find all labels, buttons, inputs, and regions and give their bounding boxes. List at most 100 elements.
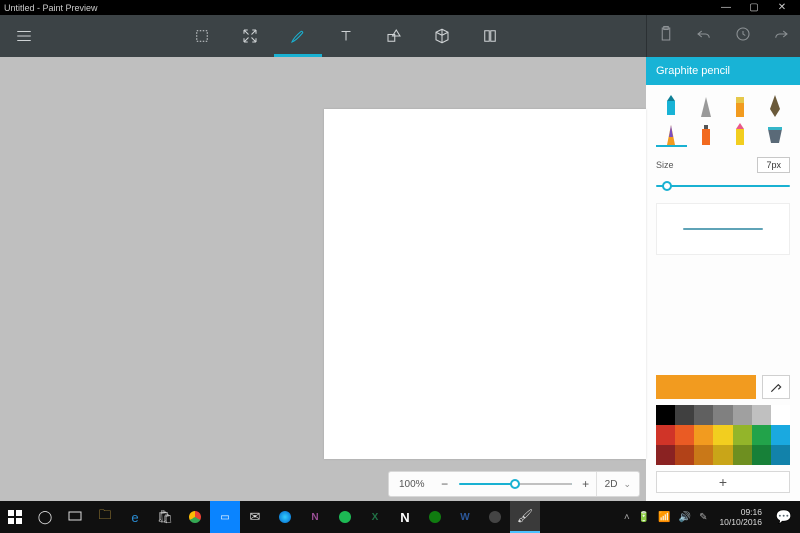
stroke-preview bbox=[656, 203, 790, 255]
color-swatch[interactable] bbox=[771, 425, 790, 445]
size-label: Size bbox=[656, 160, 757, 170]
app-button-2[interactable] bbox=[270, 501, 300, 533]
redo-button[interactable] bbox=[772, 25, 790, 48]
slider-thumb[interactable] bbox=[662, 181, 672, 191]
color-swatch[interactable] bbox=[675, 425, 694, 445]
windows-icon bbox=[8, 510, 22, 524]
onenote-button[interactable]: N bbox=[300, 501, 330, 533]
chevron-down-icon: ⌄ bbox=[623, 479, 631, 490]
color-swatch[interactable] bbox=[752, 445, 771, 465]
cortana-button[interactable]: ◯ bbox=[30, 501, 60, 533]
main-toolbar bbox=[0, 15, 800, 57]
start-button[interactable] bbox=[0, 501, 30, 533]
color-swatch[interactable] bbox=[694, 405, 713, 425]
color-swatch[interactable] bbox=[733, 445, 752, 465]
paste-button[interactable] bbox=[657, 25, 675, 48]
color-swatch[interactable] bbox=[694, 445, 713, 465]
color-swatch[interactable] bbox=[694, 425, 713, 445]
preview-stroke bbox=[683, 228, 763, 230]
excel-button[interactable]: X bbox=[360, 501, 390, 533]
app-button-1[interactable]: ▭ bbox=[210, 501, 240, 533]
crop-tool-button[interactable] bbox=[226, 15, 274, 57]
app-button-3[interactable]: N bbox=[390, 501, 420, 533]
color-swatch[interactable] bbox=[713, 425, 732, 445]
color-swatch[interactable] bbox=[656, 445, 675, 465]
chrome-button[interactable] bbox=[180, 501, 210, 533]
color-swatch[interactable] bbox=[656, 425, 675, 445]
shapes-icon bbox=[385, 27, 403, 45]
color-swatch[interactable] bbox=[713, 445, 732, 465]
file-explorer-button[interactable]: 🗀 bbox=[90, 501, 120, 533]
redo-icon bbox=[772, 25, 790, 43]
brush-marker[interactable] bbox=[656, 93, 687, 117]
volume-icon[interactable]: 🔊 bbox=[679, 512, 691, 523]
clipboard-icon bbox=[657, 25, 675, 43]
brush-spraycan[interactable] bbox=[691, 121, 722, 145]
minimize-button[interactable]: — bbox=[712, 2, 740, 13]
close-button[interactable]: ✕ bbox=[768, 2, 796, 13]
word-button[interactable]: W bbox=[450, 501, 480, 533]
zoom-in-button[interactable]: + bbox=[576, 477, 596, 491]
color-swatch[interactable] bbox=[675, 405, 694, 425]
system-tray[interactable]: ˄ 🔋 📶 🔊 ✎ bbox=[624, 512, 708, 523]
brush-tool-button[interactable] bbox=[274, 15, 322, 57]
battery-icon[interactable]: 🔋 bbox=[638, 512, 650, 523]
text-tool-button[interactable] bbox=[322, 15, 370, 57]
undo-button[interactable] bbox=[695, 25, 713, 48]
taskbar-clock[interactable]: 09:16 10/10/2016 bbox=[715, 507, 766, 527]
add-color-button[interactable]: + bbox=[656, 471, 790, 493]
hamburger-icon bbox=[15, 27, 33, 45]
mail-button[interactable]: ✉ bbox=[240, 501, 270, 533]
color-swatch[interactable] bbox=[752, 405, 771, 425]
color-swatch[interactable] bbox=[752, 425, 771, 445]
brush-pen[interactable] bbox=[760, 93, 791, 117]
color-swatch[interactable] bbox=[713, 405, 732, 425]
color-swatch[interactable] bbox=[656, 405, 675, 425]
pen-tray-icon[interactable]: ✎ bbox=[699, 512, 707, 523]
brush-oil[interactable] bbox=[725, 93, 756, 117]
zoom-out-button[interactable]: − bbox=[435, 477, 455, 491]
brush-fill[interactable] bbox=[760, 121, 791, 145]
canvas-workspace[interactable] bbox=[0, 57, 646, 501]
view-mode-dropdown[interactable]: 2D ⌄ bbox=[596, 472, 639, 496]
task-view-button[interactable] bbox=[60, 501, 90, 533]
zoom-slider-thumb[interactable] bbox=[510, 479, 520, 489]
maximize-button[interactable]: ▢ bbox=[740, 2, 768, 13]
brush-calligraphy[interactable] bbox=[691, 93, 722, 117]
menu-button[interactable] bbox=[0, 15, 48, 57]
double-page-icon bbox=[481, 27, 499, 45]
paint-app-button[interactable]: 🖌 bbox=[510, 501, 540, 533]
undo-icon bbox=[695, 25, 713, 43]
tray-chevron-icon[interactable]: ˄ bbox=[624, 512, 630, 523]
color-swatch[interactable] bbox=[733, 425, 752, 445]
stickers-button[interactable] bbox=[466, 15, 514, 57]
color-swatch[interactable] bbox=[733, 405, 752, 425]
wifi-icon[interactable]: 📶 bbox=[658, 512, 670, 523]
fountain-pen-icon bbox=[768, 95, 782, 117]
select-tool-button[interactable] bbox=[178, 15, 226, 57]
size-input[interactable]: 7px bbox=[757, 157, 790, 173]
zoom-percent[interactable]: 100% bbox=[389, 479, 435, 490]
color-swatch[interactable] bbox=[771, 405, 790, 425]
canvas[interactable] bbox=[324, 109, 646, 459]
brush-crayon[interactable] bbox=[725, 121, 756, 145]
color-swatch[interactable] bbox=[675, 445, 694, 465]
shapes-tool-button[interactable] bbox=[370, 15, 418, 57]
store-button[interactable]: 🛍 bbox=[150, 501, 180, 533]
xbox-button[interactable] bbox=[420, 501, 450, 533]
zoom-slider[interactable] bbox=[459, 479, 572, 489]
action-center-button[interactable]: 💬 bbox=[774, 501, 794, 533]
3d-objects-button[interactable] bbox=[418, 15, 466, 57]
select-rect-icon bbox=[193, 27, 211, 45]
history-button[interactable] bbox=[734, 25, 752, 48]
spotify-button[interactable] bbox=[330, 501, 360, 533]
size-slider[interactable] bbox=[656, 181, 790, 191]
spraycan-icon bbox=[699, 123, 713, 145]
edge-button[interactable]: e bbox=[120, 501, 150, 533]
brush-pencil[interactable] bbox=[656, 121, 687, 145]
clock-date: 10/10/2016 bbox=[719, 517, 762, 527]
current-color[interactable] bbox=[656, 375, 756, 399]
app-button-4[interactable] bbox=[480, 501, 510, 533]
color-swatch[interactable] bbox=[771, 445, 790, 465]
eyedropper-button[interactable] bbox=[762, 375, 790, 399]
